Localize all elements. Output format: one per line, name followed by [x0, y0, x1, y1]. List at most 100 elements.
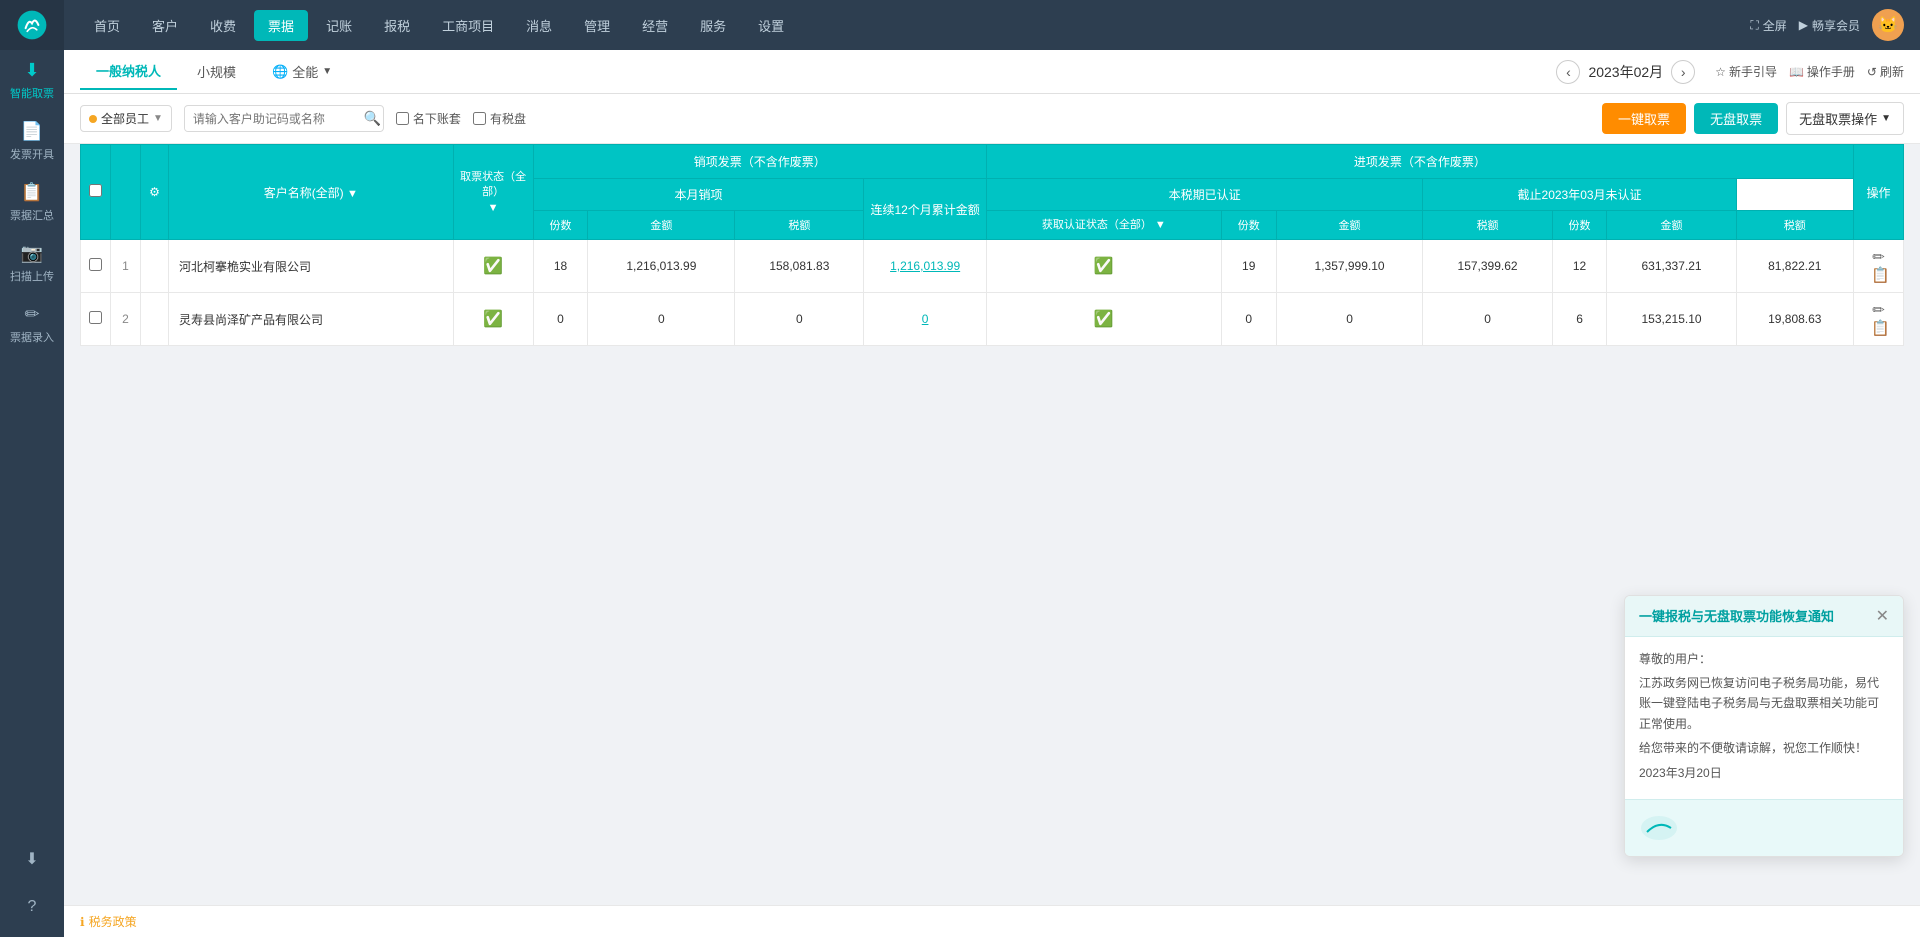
tab-small[interactable]: 小规模: [181, 54, 252, 89]
row-seq-1: 2: [111, 293, 141, 346]
search-input[interactable]: [185, 107, 356, 131]
sidebar-item-smart-fetch[interactable]: ⬇ 智能取票: [0, 50, 64, 111]
notification-title: 一键报税与无盘取票功能恢复通知: [1639, 606, 1834, 625]
row-unverified-count-0: 12: [1552, 240, 1607, 293]
gear-icon[interactable]: ⚙: [149, 185, 160, 199]
th-sales-group: 销项发票（不含作废票）: [533, 145, 986, 179]
dropdown-arrow: ▼: [1881, 113, 1891, 124]
nav-bookkeeping[interactable]: 记账: [312, 10, 366, 41]
fetch-status-filter-icon[interactable]: ▼: [488, 202, 499, 214]
sidebar-item-data-entry[interactable]: ✏ 票据录入: [0, 294, 64, 355]
nav-settings[interactable]: 设置: [744, 10, 798, 41]
notification-header: 一键报税与无盘取票功能恢复通知 ✕: [1625, 596, 1903, 637]
th-action: 操作: [1854, 145, 1904, 240]
has-disk-checkbox[interactable]: 有税盘: [473, 110, 526, 127]
nav-home[interactable]: 首页: [80, 10, 134, 41]
row-checkbox-0[interactable]: [81, 240, 111, 293]
tab-all-chevron[interactable]: ▼: [322, 66, 332, 77]
th-seq: [111, 145, 141, 240]
th-sales-count: 份数: [533, 211, 588, 240]
sidebar-item-issue-invoice[interactable]: 📄 发票开具: [0, 111, 64, 172]
row-checkbox-1[interactable]: [81, 293, 111, 346]
tax-policy-link[interactable]: ℹ 税务政策: [80, 913, 137, 930]
nav-management[interactable]: 管理: [570, 10, 624, 41]
row-edit-icon-0[interactable]: ✏: [1872, 249, 1885, 266]
row-edit-icon-1[interactable]: ✏: [1872, 302, 1885, 319]
no-disk-ops-btn[interactable]: 无盘取票操作 ▼: [1786, 102, 1904, 135]
row-fetch-status-0: ✅: [453, 240, 533, 293]
tab-all[interactable]: 🌐 全能 ▼: [256, 54, 348, 89]
manual-btn[interactable]: 📖 操作手册: [1789, 63, 1855, 80]
notification-body: 尊敬的用户： 江苏政务网已恢复访问电子税务局功能，易代账一键登陆电子税务局与无盘…: [1625, 637, 1903, 799]
row-purchase-tax-1: 0: [1423, 293, 1552, 346]
status-bar: ℹ 税务政策: [64, 905, 1920, 937]
cumulative-link-0[interactable]: 1,216,013.99: [890, 259, 960, 273]
user-avatar[interactable]: 🐱: [1872, 9, 1904, 41]
row-cumulative-1: 0: [864, 293, 986, 346]
th-purchase-tax: 税额: [1423, 211, 1552, 240]
row-sales-count-1: 0: [533, 293, 588, 346]
next-month-btn[interactable]: ›: [1671, 60, 1695, 84]
nav-tax[interactable]: 报税: [370, 10, 424, 41]
prev-month-btn[interactable]: ‹: [1556, 60, 1580, 84]
sidebar-item-scan-upload[interactable]: 📷 扫描上传: [0, 233, 64, 294]
th-purchase-group: 进项发票（不含作废票）: [986, 145, 1853, 179]
employee-select[interactable]: 全部员工 ▼: [80, 105, 172, 132]
row-copy-icon-0[interactable]: 📋: [1871, 267, 1890, 284]
no-disk-fetch-btn[interactable]: 无盘取票: [1694, 103, 1778, 134]
guide-icon: ☆: [1715, 65, 1726, 79]
document-icon: 📄: [21, 121, 43, 142]
purchase-status-filter-icon[interactable]: ▼: [1155, 219, 1166, 231]
th-unverified-tax: 税额: [1736, 211, 1853, 240]
cumulative-link-1[interactable]: 0: [922, 312, 929, 326]
row-actions-1: ✏ 📋: [1854, 293, 1904, 346]
row-seq-0: 1: [111, 240, 141, 293]
member-btn[interactable]: ▶ 畅享会员: [1799, 17, 1860, 34]
edit-icon: ✏: [24, 304, 39, 325]
nav-invoice[interactable]: 票据: [254, 10, 308, 41]
row-purchase-amount-1: 0: [1276, 293, 1423, 346]
customer-filter-icon[interactable]: ▼: [347, 188, 358, 200]
th-purchase-count: 份数: [1221, 211, 1276, 240]
fullscreen-btn[interactable]: ⛶ 全屏: [1750, 17, 1786, 34]
globe-icon: 🌐: [272, 64, 288, 80]
sub-account-checkbox[interactable]: 名下账套: [396, 110, 461, 127]
sidebar: ⬇ 智能取票 📄 发票开具 📋 票据汇总 📷 扫描上传 ✏ 票据录入 ⬇ ?: [0, 0, 64, 937]
search-button[interactable]: 🔍: [356, 106, 384, 131]
nav-operation[interactable]: 经营: [628, 10, 682, 41]
refresh-btn[interactable]: ↺ 刷新: [1867, 63, 1904, 80]
month-navigation: ‹ 2023年02月 ›: [1556, 60, 1695, 84]
nav-business[interactable]: 工商项目: [428, 10, 508, 41]
camera-icon: 📷: [21, 243, 43, 264]
nav-service[interactable]: 服务: [686, 10, 740, 41]
row-purchase-status-0: ✅: [986, 240, 1221, 293]
row-purchase-count-1: 0: [1221, 293, 1276, 346]
th-sales-month: 本月销项: [533, 179, 864, 211]
has-disk-input[interactable]: [473, 112, 486, 125]
row-fetch-status-1: ✅: [453, 293, 533, 346]
employee-chevron: ▼: [153, 113, 163, 124]
sidebar-download-btn[interactable]: ⬇: [12, 839, 52, 879]
nav-billing[interactable]: 收费: [196, 10, 250, 41]
th-unverified-amount: 金额: [1607, 211, 1736, 240]
filter-right-actions: 一键取票 无盘取票 无盘取票操作 ▼: [1602, 102, 1904, 135]
row-sales-tax-0: 158,081.83: [735, 240, 864, 293]
row-copy-icon-1[interactable]: 📋: [1871, 320, 1890, 337]
row-gear-1: [141, 293, 169, 346]
select-all-checkbox[interactable]: [89, 184, 102, 197]
new-guide-btn[interactable]: ☆ 新手引导: [1715, 63, 1777, 80]
notification-close-btn[interactable]: ✕: [1876, 606, 1889, 626]
tab-general[interactable]: 一般纳税人: [80, 53, 177, 90]
tabs-right-actions: ☆ 新手引导 📖 操作手册 ↺ 刷新: [1715, 63, 1904, 80]
nav-message[interactable]: 消息: [512, 10, 566, 41]
sidebar-help-btn[interactable]: ?: [12, 887, 52, 927]
nav-customer[interactable]: 客户: [138, 10, 192, 41]
sub-account-input[interactable]: [396, 112, 409, 125]
row-purchase-count-0: 19: [1221, 240, 1276, 293]
row-sales-amount-1: 0: [588, 293, 735, 346]
one-key-fetch-btn[interactable]: 一键取票: [1602, 103, 1686, 134]
th-unverified-count: 份数: [1552, 211, 1607, 240]
th-customer: 客户名称(全部) ▼: [169, 145, 454, 240]
sidebar-item-invoice-summary[interactable]: 📋 票据汇总: [0, 172, 64, 233]
row-purchase-status-1: ✅: [986, 293, 1221, 346]
